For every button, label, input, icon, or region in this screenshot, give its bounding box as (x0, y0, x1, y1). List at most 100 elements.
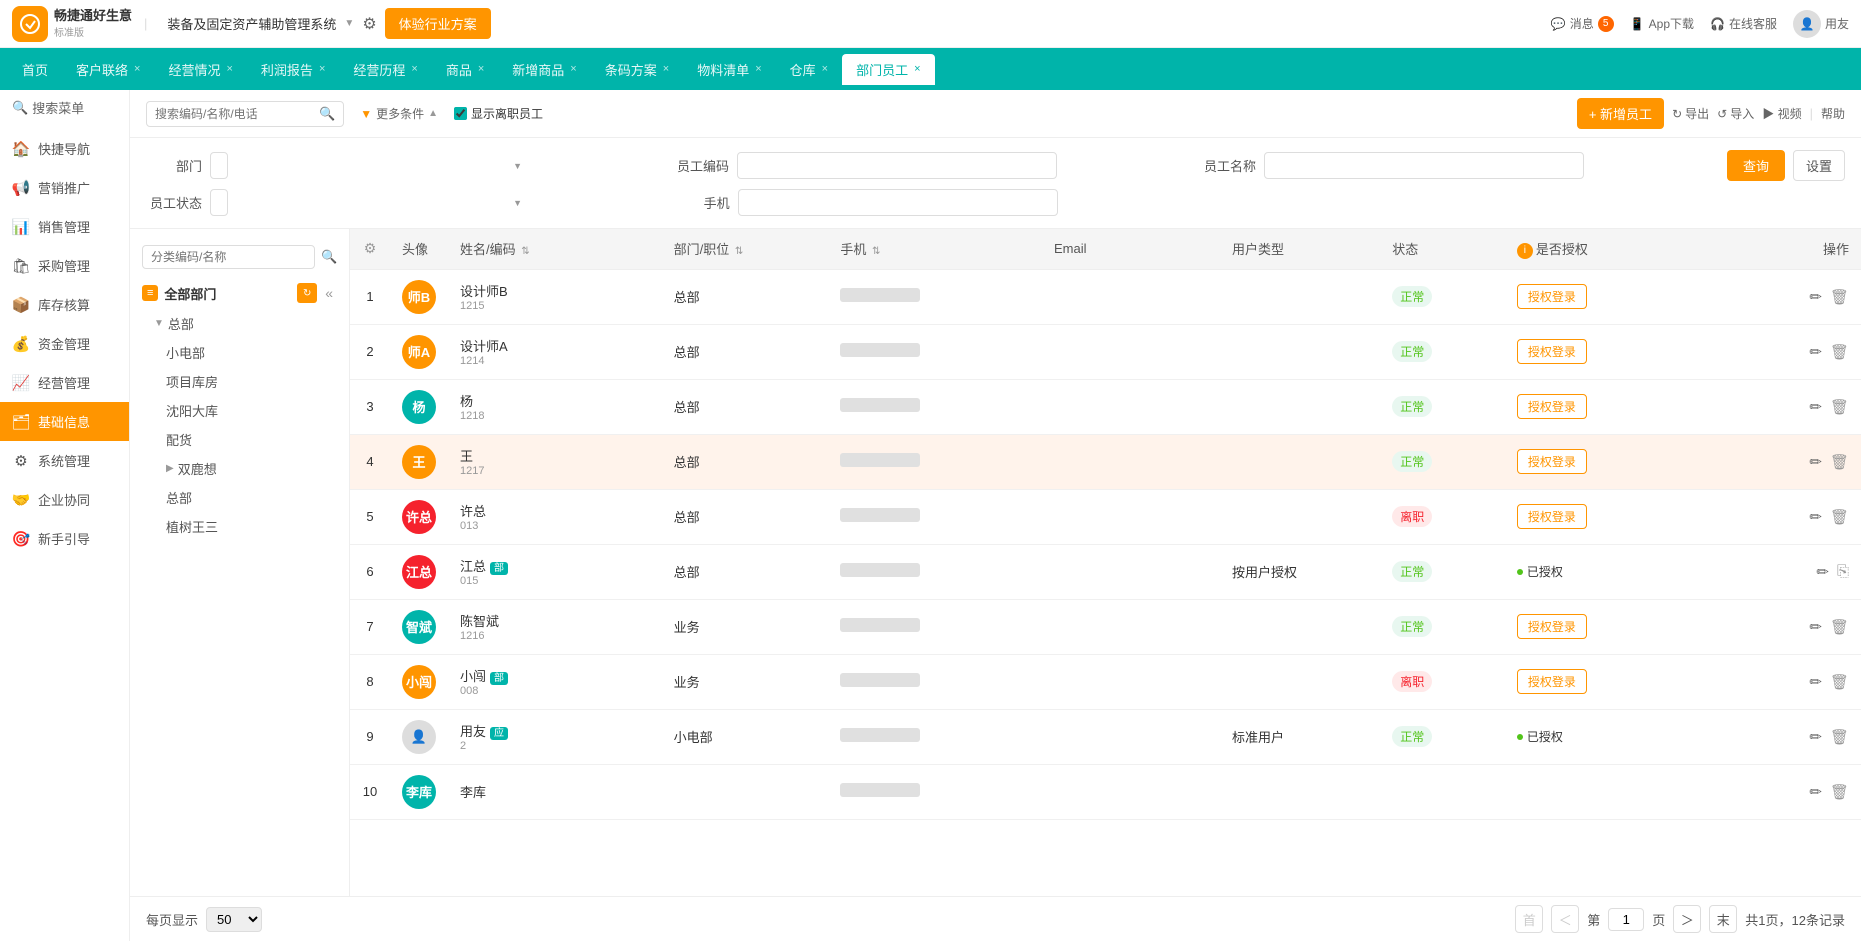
settings-button[interactable]: 设置 (1793, 150, 1845, 181)
online-service-action[interactable]: 🎧 在线客服 (1710, 15, 1777, 32)
auth-login-button[interactable]: 授权登录 (1517, 614, 1587, 639)
auth-login-button[interactable]: 授权登录 (1517, 669, 1587, 694)
prev-page-button[interactable]: ＜ (1551, 905, 1579, 933)
edit-button[interactable]: ✏ (1809, 618, 1822, 636)
dept-search-icon[interactable]: 🔍 (321, 249, 337, 265)
delete-button[interactable]: 🗑 (1830, 508, 1849, 526)
edit-button[interactable]: ✏ (1809, 508, 1822, 526)
delete-button[interactable]: 🗑 (1830, 288, 1849, 306)
col-dept-header[interactable]: 部门/职位 ⇅ (662, 229, 829, 269)
tab-profit[interactable]: 利润报告× (247, 54, 339, 85)
close-tab-business[interactable]: × (226, 63, 232, 75)
delete-button[interactable]: 🗑 (1830, 343, 1849, 361)
edit-button[interactable]: ✏ (1809, 398, 1822, 416)
close-tab-barcode[interactable]: × (663, 63, 669, 75)
tab-add-goods[interactable]: 新增商品× (498, 54, 590, 85)
search-box[interactable]: 🔍 (146, 101, 344, 127)
per-page-select[interactable]: 50 100 (206, 907, 262, 932)
auth-login-button[interactable]: 授权登录 (1517, 394, 1587, 419)
tab-history[interactable]: 经营历程× (339, 54, 431, 85)
sidebar-item-inventory[interactable]: 📦 库存核算 (0, 285, 129, 324)
import-button[interactable]: ↺ 导入 (1717, 105, 1754, 122)
employee-code-input[interactable] (737, 152, 1057, 179)
tab-business[interactable]: 经营情况× (154, 54, 246, 85)
app-download-action[interactable]: 📱 App下载 (1630, 15, 1694, 32)
col-phone-header[interactable]: 手机 ⇅ (828, 229, 1042, 269)
sort-dept-icon[interactable]: ⇅ (735, 246, 743, 257)
tree-node-shenyang[interactable]: 沈阳大库 (130, 396, 349, 425)
table-gear-icon[interactable]: ⚙ (364, 240, 377, 256)
query-button[interactable]: 查询 (1727, 150, 1785, 181)
edit-button[interactable]: ✏ (1809, 673, 1822, 691)
last-page-button[interactable]: 末 (1709, 905, 1737, 933)
first-page-button[interactable]: 首 (1515, 905, 1543, 933)
export-button[interactable]: ↻ 导出 (1672, 105, 1709, 122)
tab-material[interactable]: 物料清单× (683, 54, 775, 85)
search-menu[interactable]: 🔍 搜索菜单 (0, 90, 129, 125)
close-tab-goods[interactable]: × (478, 63, 484, 75)
dept-select[interactable] (210, 152, 228, 179)
delete-button[interactable]: 🗑 (1830, 673, 1849, 691)
edit-button[interactable]: ✏ (1809, 728, 1822, 746)
close-tab-material[interactable]: × (755, 63, 761, 75)
filter-more-button[interactable]: ▼ 更多条件 ▲ (352, 101, 446, 126)
user-action[interactable]: 👤 用友 (1793, 10, 1849, 38)
system-dropdown-icon[interactable]: ▼ (344, 18, 354, 29)
tab-barcode[interactable]: 条码方案× (591, 54, 683, 85)
delete-button[interactable]: 🗑 (1830, 398, 1849, 416)
close-tab-customer[interactable]: × (134, 63, 140, 75)
tree-node-general[interactable]: ▼ 总部 (130, 309, 349, 338)
tree-node-double-deer[interactable]: ▶ 双鹿想 (130, 454, 349, 483)
sidebar-item-guide[interactable]: 🎯 新手引导 (0, 519, 129, 558)
tree-node-plant-king[interactable]: 植树王三 (130, 512, 349, 541)
edit-button[interactable]: ✏ (1809, 343, 1822, 361)
sidebar-item-basic[interactable]: 🗂 基础信息 (0, 402, 129, 441)
sort-phone-icon[interactable]: ⇅ (872, 246, 880, 257)
search-input[interactable] (155, 107, 315, 121)
close-tab-dept-staff[interactable]: × (914, 63, 920, 75)
employee-name-input[interactable] (1264, 152, 1584, 179)
sidebar-item-nav[interactable]: 🏠 快捷导航 (0, 129, 129, 168)
delete-button[interactable]: 🗑 (1830, 618, 1849, 636)
tab-goods[interactable]: 商品× (432, 54, 498, 85)
tree-node-small-elec[interactable]: 小电部 (130, 338, 349, 367)
page-input[interactable] (1608, 908, 1644, 931)
dept-collapse-button[interactable]: « (321, 283, 337, 303)
help-button[interactable]: 帮助 (1821, 105, 1845, 122)
tree-node-distribution[interactable]: 配货 (130, 425, 349, 454)
auth-login-button[interactable]: 授权登录 (1517, 449, 1587, 474)
auth-login-button[interactable]: 授权登录 (1517, 504, 1587, 529)
sidebar-item-finance[interactable]: 💰 资金管理 (0, 324, 129, 363)
close-tab-add-goods[interactable]: × (570, 63, 576, 75)
close-tab-history[interactable]: × (411, 63, 417, 75)
sort-name-icon[interactable]: ⇅ (521, 246, 529, 257)
sidebar-item-sales[interactable]: 📊 销售管理 (0, 207, 129, 246)
tree-node-general2[interactable]: 总部 (130, 483, 349, 512)
edit-button[interactable]: ✏ (1809, 783, 1822, 801)
edit-button[interactable]: ✏ (1809, 453, 1822, 471)
dept-all-button[interactable]: ≡ 全部部门 (142, 284, 216, 303)
copy-button[interactable]: ⎘ (1837, 563, 1849, 580)
sidebar-item-system[interactable]: ⚙ 系统管理 (0, 441, 129, 480)
tab-warehouse[interactable]: 仓库× (776, 54, 842, 85)
dept-search-input[interactable] (142, 245, 315, 269)
col-gear[interactable]: ⚙ (350, 229, 390, 269)
show-leave-label[interactable]: 显示离职员工 (454, 105, 543, 122)
video-button[interactable]: ▶ 视频 (1762, 105, 1801, 122)
status-select[interactable] (210, 189, 228, 216)
tab-home[interactable]: 首页 (8, 54, 62, 85)
add-employee-button[interactable]: + 新增员工 (1577, 98, 1664, 129)
delete-button[interactable]: 🗑 (1830, 453, 1849, 471)
edit-button[interactable]: ✏ (1809, 288, 1822, 306)
sidebar-item-collab[interactable]: 🤝 企业协同 (0, 480, 129, 519)
dept-refresh-button[interactable]: ↻ (297, 283, 317, 303)
close-tab-warehouse[interactable]: × (822, 63, 828, 75)
sidebar-item-marketing[interactable]: 📢 营销推广 (0, 168, 129, 207)
auth-login-button[interactable]: 授权登录 (1517, 339, 1587, 364)
tab-dept-staff[interactable]: 部门员工× (842, 54, 934, 85)
auth-login-button[interactable]: 授权登录 (1517, 284, 1587, 309)
close-tab-profit[interactable]: × (319, 63, 325, 75)
delete-button[interactable]: 🗑 (1830, 728, 1849, 746)
sidebar-item-operation[interactable]: 📈 经营管理 (0, 363, 129, 402)
message-action[interactable]: 💬 消息 5 (1551, 15, 1614, 32)
